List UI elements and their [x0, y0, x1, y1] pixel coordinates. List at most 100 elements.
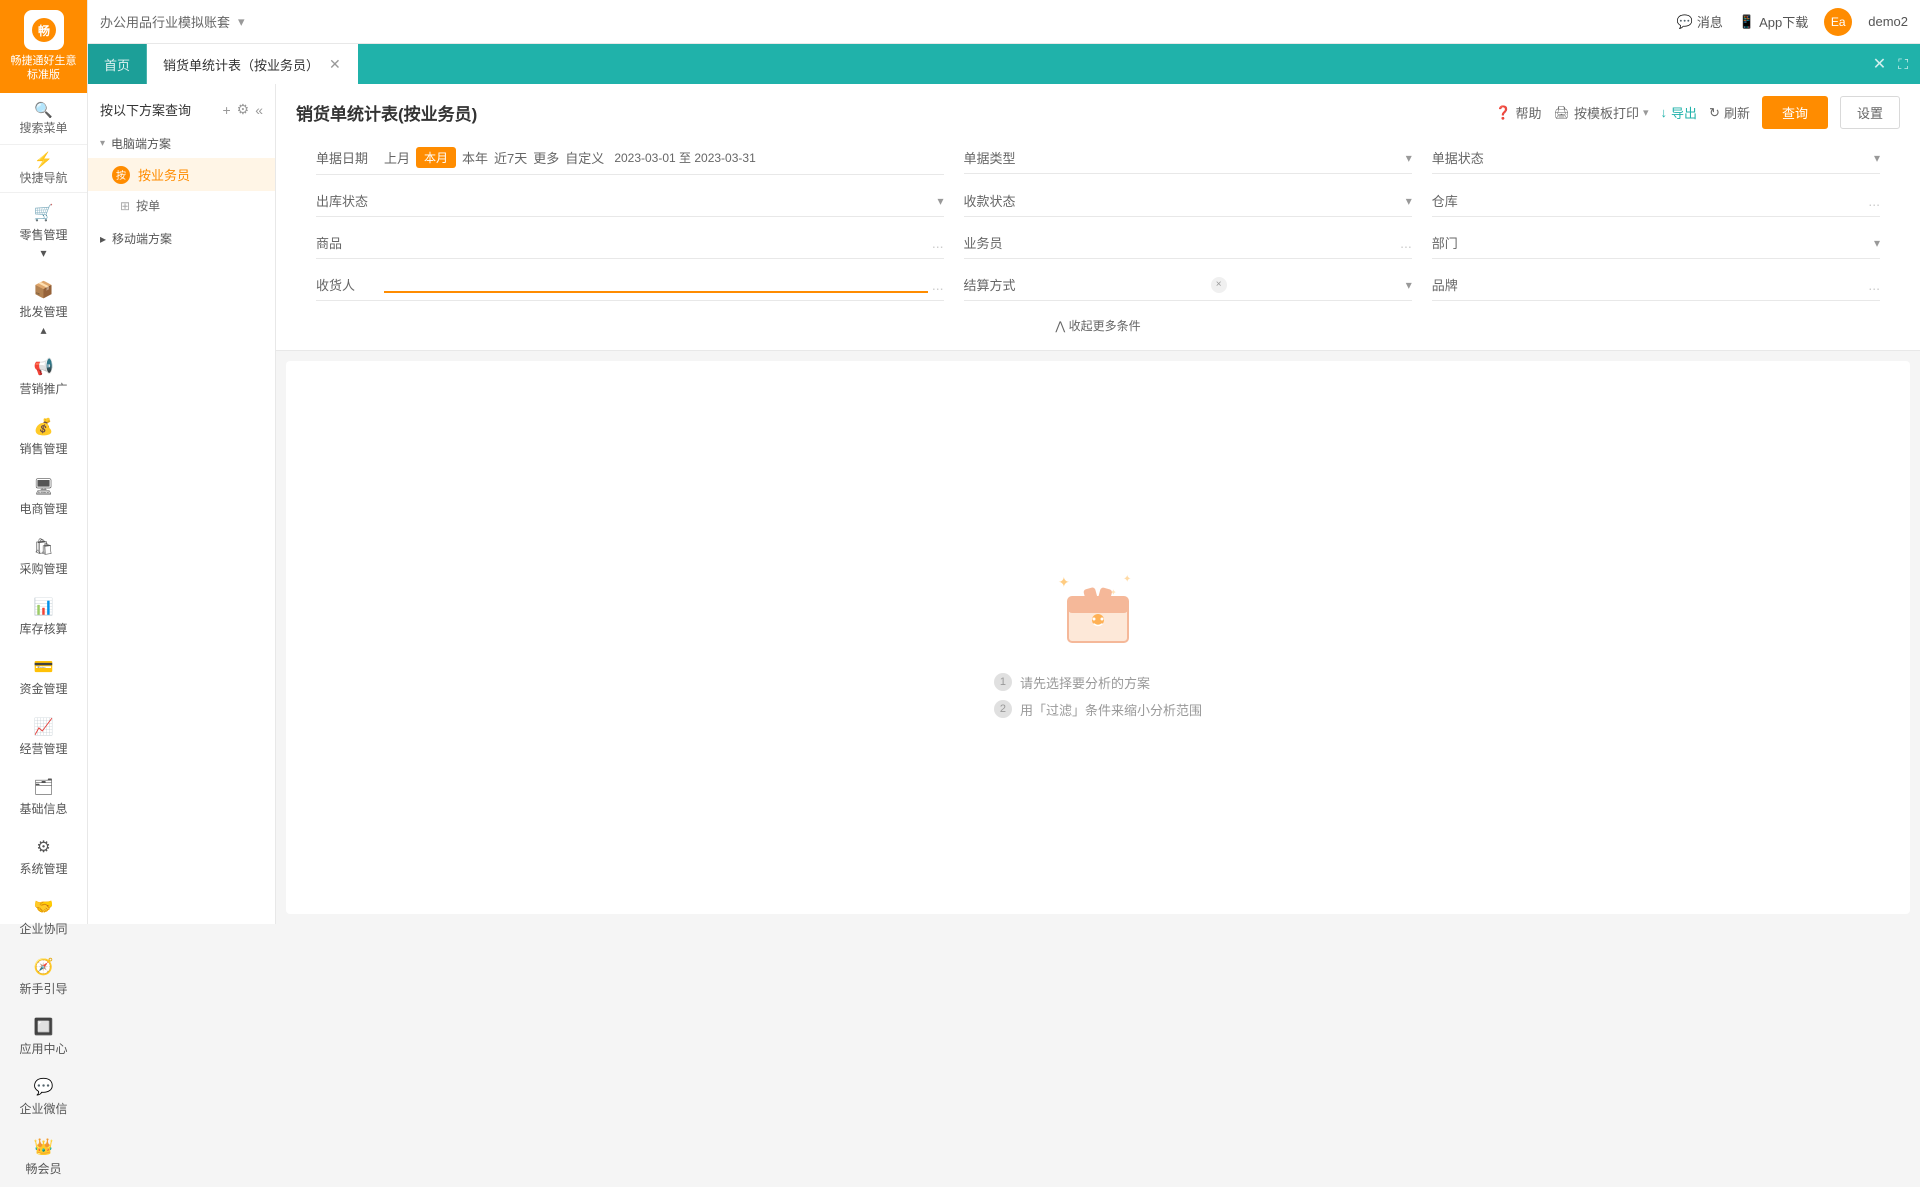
svg-text:✦: ✦: [1058, 574, 1070, 590]
filter-brand: 品牌 ...: [1432, 269, 1880, 301]
filter-doc-status: 单据状态 ▾: [1432, 142, 1880, 174]
topnav-right: 💬 消息 📱 App下载 Ea demo2: [1677, 8, 1908, 36]
date-tab-thismonth[interactable]: 本月: [416, 147, 456, 168]
sidebar-logo[interactable]: 畅 畅捷通好生意 标准版: [0, 0, 87, 93]
sidebar-item-purchase[interactable]: 🛍 采购管理: [0, 527, 87, 587]
outbound-label: 出库状态: [316, 191, 384, 210]
scheme-item-by-salesperson[interactable]: 按 按业务员: [88, 158, 275, 191]
pc-scheme-section: ▾ 电脑端方案 按 按业务员 ⊞ 按单: [88, 129, 275, 220]
sidebar-item-app-center[interactable]: 🔲 应用中心: [0, 1007, 87, 1067]
date-tab-7days[interactable]: 近7天: [494, 148, 527, 167]
outbound-dropdown[interactable]: ▾: [384, 194, 944, 208]
app-title: 办公用品行业模拟账套: [100, 12, 230, 31]
sidebar-search[interactable]: 🔍 搜索菜单: [0, 93, 87, 145]
sidebar-item-enterprise[interactable]: 🤝 企业协同: [0, 887, 87, 947]
tab-sales-stat[interactable]: 销货单统计表（按业务员） ✕: [147, 44, 358, 84]
sidebar-item-system[interactable]: ⚙ 系统管理: [0, 827, 87, 887]
tab-home[interactable]: 首页: [88, 44, 147, 84]
filter-salesperson: 业务员 ...: [964, 227, 1412, 259]
filter-doc-type: 单据类型 ▾: [964, 142, 1412, 174]
finance-icon: 💳: [34, 657, 54, 677]
sidebar-item-ecommerce[interactable]: 🖥 电商管理: [0, 467, 87, 527]
sidebar-item-basic[interactable]: 🗂 基础信息: [0, 767, 87, 827]
left-panel-title-text: 按以下方案查询: [100, 100, 191, 119]
sidebar-item-marketing[interactable]: 📢 营销推广: [0, 347, 87, 407]
sidebar-item-finance[interactable]: 💳 资金管理: [0, 647, 87, 707]
tab-close-button[interactable]: ✕: [329, 56, 341, 73]
date-tab-thisyear[interactable]: 本年: [462, 148, 488, 167]
refresh-label: 刷新: [1724, 103, 1750, 122]
maximize-window-icon[interactable]: ⛶: [1898, 56, 1908, 73]
right-panel: 销货单统计表(按业务员) ❓ 帮助 🖨 按模板打印 ▾ ↓: [276, 84, 1920, 924]
collapse-panel-icon[interactable]: «: [255, 102, 263, 118]
close-window-icon[interactable]: ✕: [1873, 54, 1886, 74]
salesperson-dots[interactable]: ...: [1400, 235, 1412, 251]
salesperson-dropdown[interactable]: ...: [1032, 235, 1412, 251]
collapse-bar[interactable]: ⋀ 收起更多条件: [316, 311, 1880, 340]
scheme-sub-order[interactable]: ⊞ 按单: [88, 191, 275, 220]
settlement-clear[interactable]: ×: [1211, 277, 1227, 293]
empty-steps: 1 请先选择要分析的方案 2 用「过滤」条件来缩小分析范围: [994, 673, 1202, 719]
topnav-left: 办公用品行业模拟账套 ▾: [100, 12, 245, 31]
refresh-action[interactable]: ↻ 刷新: [1709, 103, 1750, 122]
avatar[interactable]: Ea: [1824, 8, 1852, 36]
recipient-dots[interactable]: ...: [932, 277, 944, 293]
query-button[interactable]: 查询: [1762, 96, 1828, 129]
app-title-arrow[interactable]: ▾: [238, 14, 245, 30]
outbound-arrow: ▾: [938, 194, 944, 208]
recipient-input[interactable]: [384, 276, 928, 293]
content-area: 按以下方案查询 + ⚙ « ▾ 电脑端方案 按 按业务员 ⊞ 按: [88, 84, 1920, 924]
sidebar-item-operation[interactable]: 📈 经营管理: [0, 707, 87, 767]
dept-dropdown[interactable]: ▾: [1500, 236, 1880, 250]
mobile-section-header[interactable]: ▸ 移动端方案: [88, 224, 275, 253]
sidebar-item-sales[interactable]: 💰 销售管理: [0, 407, 87, 467]
empty-step-2: 2 用「过滤」条件来缩小分析范围: [994, 700, 1202, 719]
print-action[interactable]: 🖨 按模板打印 ▾: [1553, 103, 1648, 122]
help-icon: ❓: [1495, 105, 1511, 121]
doc-status-label: 单据状态: [1432, 148, 1500, 167]
warehouse-dots[interactable]: ...: [1868, 193, 1880, 209]
sidebar-item-newbie[interactable]: 🧭 新手引导: [0, 947, 87, 1007]
sub-icon: ⊞: [120, 199, 130, 213]
refresh-icon: ↻: [1709, 105, 1720, 121]
topnav: 办公用品行业模拟账套 ▾ 💬 消息 📱 App下载 Ea demo2: [88, 0, 1920, 44]
user-name[interactable]: demo2: [1868, 14, 1908, 29]
doc-type-dropdown[interactable]: ▾: [1032, 151, 1412, 165]
member-icon: 👑: [34, 1137, 54, 1157]
brand-dots[interactable]: ...: [1868, 277, 1880, 293]
filter-row-4: 收货人 ... 结算方式 × ▾: [316, 269, 1880, 301]
date-tab-lastmonth[interactable]: 上月: [384, 148, 410, 167]
purchase-icon: 🛍: [33, 537, 53, 557]
date-tab-custom[interactable]: 自定义: [565, 148, 604, 167]
filter-goods: 商品 ...: [316, 227, 944, 259]
app-download-action[interactable]: 📱 App下载: [1739, 12, 1808, 31]
print-icon: 🖨: [1553, 105, 1570, 121]
sidebar-quicknav[interactable]: ⚡ 快捷导航: [0, 145, 87, 193]
print-arrow[interactable]: ▾: [1643, 106, 1649, 119]
sidebar-item-member[interactable]: 👑 畅会员: [0, 1127, 87, 1187]
add-scheme-icon[interactable]: +: [222, 102, 230, 118]
payment-dropdown[interactable]: ▾: [1032, 194, 1412, 208]
export-icon: ↓: [1661, 105, 1668, 120]
expand-arrow: ▾: [40, 246, 46, 260]
sidebar-item-wechat[interactable]: 💬 企业微信: [0, 1067, 87, 1127]
svg-text:✦: ✦: [1123, 574, 1131, 585]
sidebar-item-retail[interactable]: 🛒 零售管理 ▾: [0, 193, 87, 270]
sidebar-item-wholesale[interactable]: 📦 批发管理 ▴: [0, 270, 87, 347]
date-tab-more[interactable]: 更多: [533, 148, 559, 167]
filter-row-3: 商品 ... 业务员 ...: [316, 227, 1880, 259]
pc-section-header[interactable]: ▾ 电脑端方案: [88, 129, 275, 158]
goods-dots[interactable]: ...: [932, 235, 944, 251]
message-action[interactable]: 💬 消息: [1677, 12, 1723, 31]
sidebar-item-stock[interactable]: 📊 库存核算: [0, 587, 87, 647]
warehouse-dropdown[interactable]: ...: [1500, 193, 1880, 209]
settings-scheme-icon[interactable]: ⚙: [237, 101, 250, 118]
help-label: 帮助: [1515, 103, 1541, 122]
brand-dropdown[interactable]: ...: [1500, 277, 1880, 293]
goods-dropdown[interactable]: ...: [384, 235, 944, 251]
set-button[interactable]: 设置: [1840, 96, 1900, 129]
doc-status-dropdown[interactable]: ▾: [1500, 151, 1880, 165]
help-action[interactable]: ❓ 帮助: [1495, 103, 1541, 122]
settlement-dropdown[interactable]: × ▾: [1032, 277, 1412, 293]
export-action[interactable]: ↓ 导出: [1661, 103, 1698, 122]
